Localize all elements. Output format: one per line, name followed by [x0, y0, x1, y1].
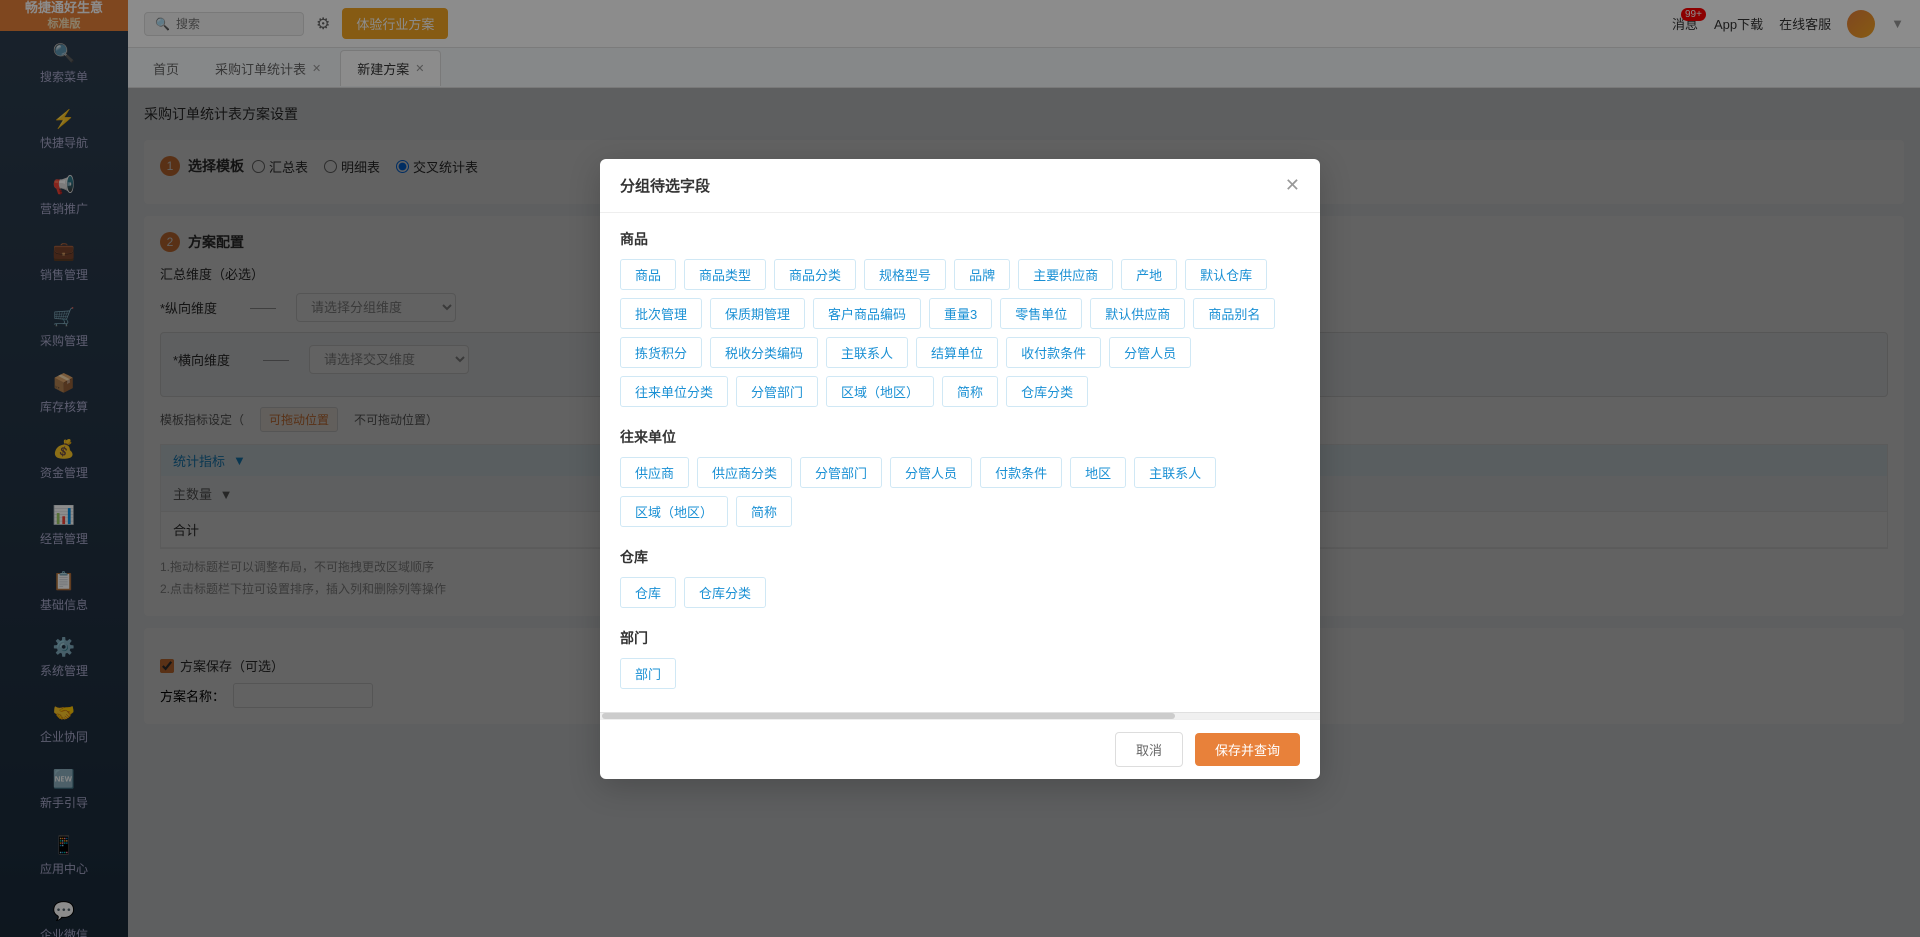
- field-tag-product-25[interactable]: 仓库分类: [1006, 376, 1088, 407]
- modal-footer: 取消 保存并查询: [600, 719, 1320, 779]
- field-tag-product-15[interactable]: 拣货积分: [620, 337, 702, 368]
- field-tag-cp-6[interactable]: 主联系人: [1134, 457, 1216, 488]
- field-tag-product-11[interactable]: 重量3: [929, 298, 992, 329]
- department-fields: 部门: [620, 658, 1300, 689]
- field-tag-product-16[interactable]: 税收分类编码: [710, 337, 818, 368]
- modal-header: 分组待选字段 ✕: [600, 159, 1320, 213]
- field-tag-product-21[interactable]: 往来单位分类: [620, 376, 728, 407]
- field-tag-product-13[interactable]: 默认供应商: [1090, 298, 1185, 329]
- warehouse-group-title: 仓库: [620, 547, 1300, 567]
- field-tag-product-12[interactable]: 零售单位: [1000, 298, 1082, 329]
- field-tag-product-7[interactable]: 默认仓库: [1185, 259, 1267, 290]
- field-tag-cp-8[interactable]: 简称: [736, 496, 792, 527]
- department-group-title: 部门: [620, 628, 1300, 648]
- product-group-title: 商品: [620, 229, 1300, 249]
- field-tag-wh-0[interactable]: 仓库: [620, 577, 676, 608]
- field-tag-product-23[interactable]: 区域（地区）: [826, 376, 934, 407]
- field-tag-cp-5[interactable]: 地区: [1070, 457, 1126, 488]
- modal-overlay: 分组待选字段 ✕ 商品 商品 商品类型 商品分类 规格型号 品牌 主要供应商 产…: [0, 0, 1920, 937]
- modal: 分组待选字段 ✕ 商品 商品 商品类型 商品分类 规格型号 品牌 主要供应商 产…: [600, 159, 1320, 779]
- field-tag-cp-0[interactable]: 供应商: [620, 457, 689, 488]
- field-tag-cp-2[interactable]: 分管部门: [800, 457, 882, 488]
- field-tag-product-19[interactable]: 收付款条件: [1006, 337, 1101, 368]
- field-tag-product-24[interactable]: 简称: [942, 376, 998, 407]
- field-tag-cp-1[interactable]: 供应商分类: [697, 457, 792, 488]
- field-tag-dept-0[interactable]: 部门: [620, 658, 676, 689]
- field-tag-product-20[interactable]: 分管人员: [1109, 337, 1191, 368]
- field-tag-product-5[interactable]: 主要供应商: [1018, 259, 1113, 290]
- field-tag-product-1[interactable]: 商品类型: [684, 259, 766, 290]
- modal-close-button[interactable]: ✕: [1285, 175, 1300, 196]
- field-tag-product-22[interactable]: 分管部门: [736, 376, 818, 407]
- counterpart-group-title: 往来单位: [620, 427, 1300, 447]
- confirm-button[interactable]: 保存并查询: [1195, 733, 1300, 766]
- modal-body[interactable]: 商品 商品 商品类型 商品分类 规格型号 品牌 主要供应商 产地 默认仓库 批次…: [600, 213, 1320, 712]
- field-tag-wh-1[interactable]: 仓库分类: [684, 577, 766, 608]
- field-tag-product-8[interactable]: 批次管理: [620, 298, 702, 329]
- field-group-product: 商品 商品 商品类型 商品分类 规格型号 品牌 主要供应商 产地 默认仓库 批次…: [620, 229, 1300, 407]
- warehouse-fields: 仓库 仓库分类: [620, 577, 1300, 608]
- field-tag-product-0[interactable]: 商品: [620, 259, 676, 290]
- counterpart-fields: 供应商 供应商分类 分管部门 分管人员 付款条件 地区 主联系人 区域（地区） …: [620, 457, 1300, 527]
- field-tag-product-14[interactable]: 商品别名: [1193, 298, 1275, 329]
- field-tag-product-3[interactable]: 规格型号: [864, 259, 946, 290]
- field-tag-cp-4[interactable]: 付款条件: [980, 457, 1062, 488]
- field-group-warehouse: 仓库 仓库 仓库分类: [620, 547, 1300, 608]
- field-tag-product-2[interactable]: 商品分类: [774, 259, 856, 290]
- cancel-button[interactable]: 取消: [1115, 732, 1183, 767]
- product-fields: 商品 商品类型 商品分类 规格型号 品牌 主要供应商 产地 默认仓库 批次管理 …: [620, 259, 1300, 407]
- modal-title: 分组待选字段: [620, 175, 710, 196]
- field-group-counterpart: 往来单位 供应商 供应商分类 分管部门 分管人员 付款条件 地区 主联系人 区域…: [620, 427, 1300, 527]
- field-tag-product-10[interactable]: 客户商品编码: [813, 298, 921, 329]
- field-tag-product-18[interactable]: 结算单位: [916, 337, 998, 368]
- field-tag-product-9[interactable]: 保质期管理: [710, 298, 805, 329]
- field-tag-product-4[interactable]: 品牌: [954, 259, 1010, 290]
- field-group-department: 部门 部门: [620, 628, 1300, 689]
- modal-scrollbar-horizontal[interactable]: [600, 712, 1320, 719]
- field-tag-product-17[interactable]: 主联系人: [826, 337, 908, 368]
- field-tag-cp-3[interactable]: 分管人员: [890, 457, 972, 488]
- field-tag-cp-7[interactable]: 区域（地区）: [620, 496, 728, 527]
- field-tag-product-6[interactable]: 产地: [1121, 259, 1177, 290]
